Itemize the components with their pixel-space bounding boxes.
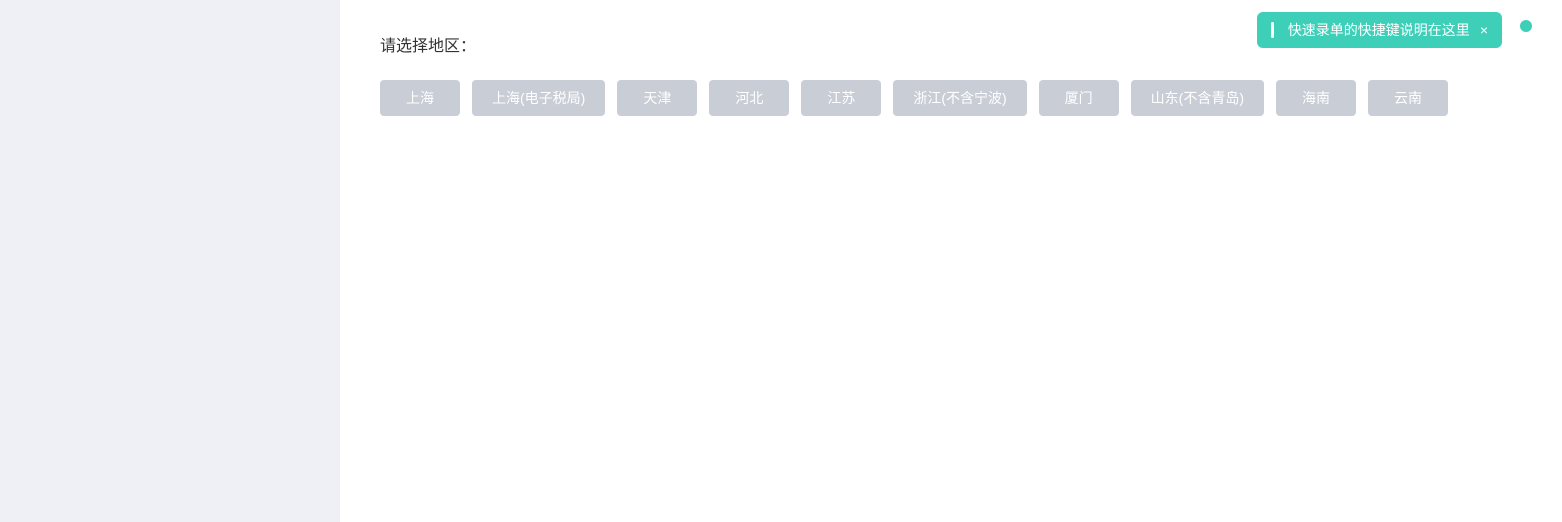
region-button-shanghai[interactable]: 上海 [380,80,460,116]
main-content: 请选择地区： 上海上海(电子税局)天津河北江苏浙江(不含宁波)厦门山东(不含青岛… [340,0,1562,522]
region-button-shandong[interactable]: 山东(不含青岛) [1131,80,1264,116]
tooltip-banner: 快速录单的快捷键说明在这里 × [1257,12,1502,48]
tooltip-text: 快速录单的快捷键说明在这里 [1288,20,1470,40]
region-button-xiamen[interactable]: 厦门 [1039,80,1119,116]
tooltip-dot [1520,20,1532,32]
region-button-jiangsu[interactable]: 江苏 [801,80,881,116]
region-button-hebei[interactable]: 河北 [709,80,789,116]
region-button-hainan[interactable]: 海南 [1276,80,1356,116]
region-button-tianjin[interactable]: 天津 [617,80,697,116]
region-buttons: 上海上海(电子税局) 天津河北江苏浙江(不含宁波) 厦门山东(不含青岛) 海南云南 [380,80,1522,116]
left-panel [0,0,340,522]
region-button-shanghai-etax[interactable]: 上海(电子税局) [472,80,605,116]
region-button-zhejiang[interactable]: 浙江(不含宁波) [893,80,1026,116]
tooltip-close-button[interactable]: × [1480,22,1488,38]
region-button-yunnan[interactable]: 云南 [1368,80,1448,116]
